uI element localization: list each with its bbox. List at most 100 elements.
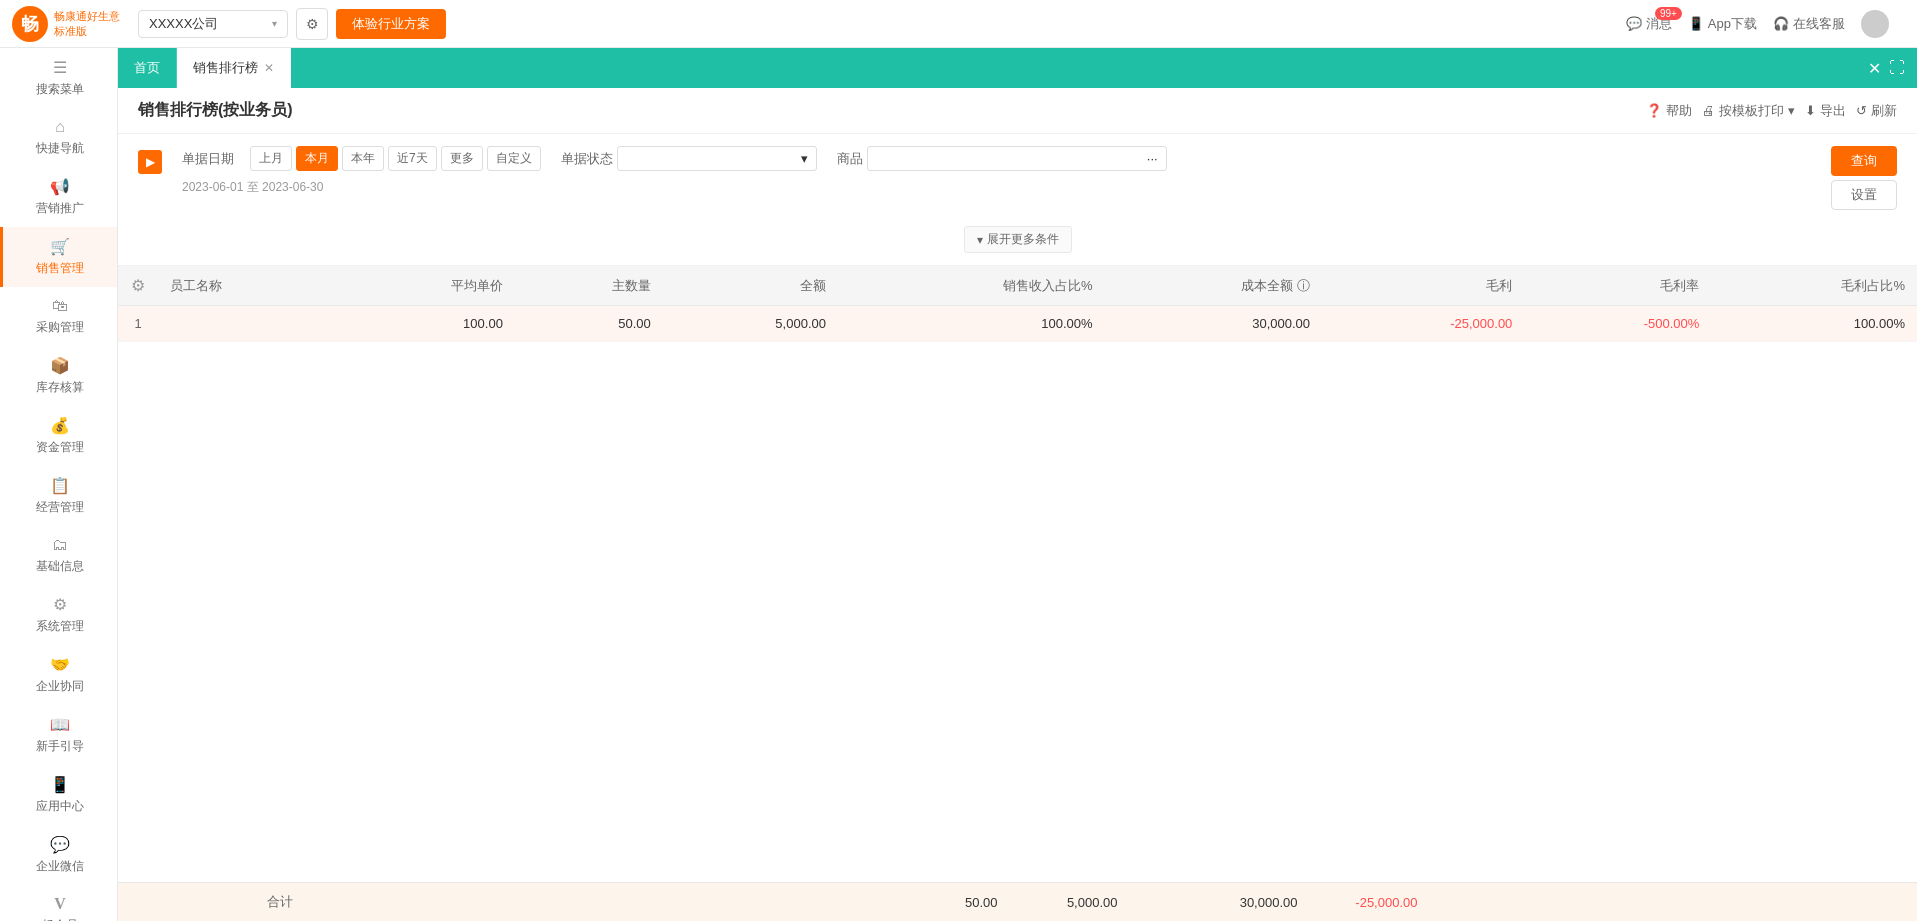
date-more-btn[interactable]: 更多 bbox=[441, 146, 483, 171]
query-button[interactable]: 查询 bbox=[1831, 146, 1897, 176]
print-chevron-icon: ▾ bbox=[1788, 103, 1795, 118]
sales-icon: 🛒 bbox=[50, 237, 70, 256]
guide-icon: 📖 bbox=[50, 715, 70, 734]
page-actions: ❓ 帮助 🖨 按模板打印 ▾ ⬇ 导出 ↺ 刷新 bbox=[1646, 102, 1897, 120]
sidebar-item-enterprise[interactable]: 🤝 企业协同 bbox=[0, 645, 117, 705]
footer-cost: 30,000.00 bbox=[1198, 895, 1298, 910]
home-icon: ⌂ bbox=[55, 118, 65, 136]
footer-gross: -25,000.00 bbox=[1318, 895, 1418, 910]
avatar[interactable] bbox=[1861, 10, 1889, 38]
goods-more-icon: ··· bbox=[1147, 151, 1158, 166]
logo-text: 畅康通好生意 标准版 bbox=[54, 9, 120, 38]
sidebar-item-wechat[interactable]: 💬 企业微信 bbox=[0, 825, 117, 885]
basic-info-icon: 🗂 bbox=[52, 536, 68, 554]
setting-button[interactable]: 设置 bbox=[1831, 180, 1897, 210]
top-bar: 畅 畅康通好生意 标准版 XXXXX公司 ▾ ⚙ 体验行业方案 💬 消息 99+… bbox=[0, 0, 1917, 48]
sidebar-item-purchase[interactable]: 🛍 采购管理 bbox=[0, 287, 117, 346]
col-qty: 主数量 bbox=[515, 266, 663, 306]
col-name: 员工名称 bbox=[158, 266, 336, 306]
date-prev-month-btn[interactable]: 上月 bbox=[250, 146, 292, 171]
system-icon: ⚙ bbox=[53, 595, 67, 614]
tab-close-window-btn[interactable]: ✕ bbox=[1868, 59, 1881, 78]
table-header-row: ⚙ 员工名称 平均单价 主数量 全额 销售收入占比% 成本全额 ⓘ 毛利 毛利率… bbox=[118, 266, 1917, 306]
message-icon: 💬 bbox=[1626, 16, 1642, 31]
date-custom-btn[interactable]: 自定义 bbox=[487, 146, 541, 171]
col-sales-pct: 销售收入占比% bbox=[838, 266, 1105, 306]
date-filter-row: 单据日期 上月 本月 本年 近7天 更多 自定义 bbox=[182, 146, 541, 171]
date-buttons: 上月 本月 本年 近7天 更多 自定义 bbox=[250, 146, 541, 171]
date-curr-year-btn[interactable]: 本年 bbox=[342, 146, 384, 171]
logo-area: 畅 畅康通好生意 标准版 bbox=[12, 6, 130, 42]
trial-button[interactable]: 体验行业方案 bbox=[336, 9, 446, 39]
goods-filter-group: 商品 ··· bbox=[837, 146, 1167, 171]
status-chevron-icon: ▾ bbox=[801, 151, 808, 166]
col-amount: 全额 bbox=[663, 266, 838, 306]
help-button[interactable]: ❓ 帮助 bbox=[1646, 102, 1692, 120]
tab-close-icon[interactable]: ✕ bbox=[264, 61, 274, 75]
footer-qty: 50.00 bbox=[918, 895, 998, 910]
goods-select[interactable]: ··· bbox=[867, 146, 1167, 171]
enterprise-icon: 🤝 bbox=[50, 655, 70, 674]
footer-label: 合计 bbox=[130, 893, 430, 911]
refresh-button[interactable]: ↺ 刷新 bbox=[1856, 102, 1897, 120]
date-range-display: 2023-06-01 至 2023-06-30 bbox=[182, 179, 541, 196]
col-cost: 成本全额 ⓘ bbox=[1105, 266, 1322, 306]
sidebar-item-search-order[interactable]: ☰ 搜索菜单 bbox=[0, 48, 117, 108]
apps-icon: 📱 bbox=[50, 775, 70, 794]
question-icon: ❓ bbox=[1646, 103, 1662, 118]
sidebar-item-apps[interactable]: 📱 应用中心 bbox=[0, 765, 117, 825]
marketing-icon: 📢 bbox=[50, 177, 70, 196]
sidebar: ☰ 搜索菜单 ⌂ 快捷导航 📢 营销推广 🛒 销售管理 🛍 采购管理 📦 库存核… bbox=[0, 48, 118, 921]
message-button[interactable]: 💬 消息 99+ bbox=[1626, 15, 1672, 33]
headset-icon: 🎧 bbox=[1773, 16, 1789, 31]
filter-actions: 查询 设置 bbox=[1831, 146, 1897, 210]
tab-home[interactable]: 首页 bbox=[118, 48, 177, 88]
tab-expand-btn[interactable]: ⛶ bbox=[1889, 59, 1905, 77]
company-selector[interactable]: XXXXX公司 ▾ bbox=[138, 10, 288, 38]
sidebar-item-guide[interactable]: 📖 新手引导 bbox=[0, 705, 117, 765]
expand-icon: ▾ bbox=[977, 233, 983, 247]
status-select[interactable]: ▾ bbox=[617, 146, 817, 171]
sidebar-item-system[interactable]: ⚙ 系统管理 bbox=[0, 585, 117, 645]
tab-window-actions: ✕ ⛶ bbox=[1856, 59, 1917, 78]
company-name: XXXXX公司 bbox=[149, 15, 268, 33]
settings-button[interactable]: ⚙ bbox=[296, 8, 328, 40]
col-settings[interactable]: ⚙ bbox=[118, 266, 158, 306]
tab-bar: 首页 销售排行榜 ✕ ✕ ⛶ bbox=[118, 48, 1917, 88]
online-service-button[interactable]: 🎧 在线客服 bbox=[1773, 15, 1845, 33]
page-header: 销售排行榜(按业务员) ❓ 帮助 🖨 按模板打印 ▾ ⬇ 导出 bbox=[118, 88, 1917, 134]
search-icon: ☰ bbox=[53, 58, 67, 77]
top-right-actions: 💬 消息 99+ 📱 App下载 🎧 在线客服 bbox=[1626, 10, 1905, 38]
member-icon: V bbox=[54, 895, 66, 913]
filter-bar: ▶ 单据日期 上月 本月 本年 近7天 更多 自定义 bbox=[118, 134, 1917, 266]
sidebar-item-quick-nav[interactable]: ⌂ 快捷导航 bbox=[0, 108, 117, 167]
date-7days-btn[interactable]: 近7天 bbox=[388, 146, 437, 171]
chevron-down-icon: ▾ bbox=[272, 18, 277, 29]
col-gross-rate: 毛利率 bbox=[1524, 266, 1711, 306]
sidebar-item-member[interactable]: V 畅会员 bbox=[0, 885, 117, 921]
expand-more-btn[interactable]: ▾ 展开更多条件 bbox=[964, 226, 1072, 253]
export-icon: ⬇ bbox=[1805, 103, 1816, 118]
logo-icon: 畅 bbox=[12, 6, 48, 42]
date-filter-group: 单据日期 上月 本月 本年 近7天 更多 自定义 2023-06-01 至 20… bbox=[182, 146, 541, 196]
filter-toggle-btn[interactable]: ▶ bbox=[138, 150, 162, 174]
message-badge: 99+ bbox=[1655, 7, 1682, 20]
sidebar-item-finance[interactable]: 💰 资金管理 bbox=[0, 406, 117, 466]
sidebar-item-basic-info[interactable]: 🗂 基础信息 bbox=[0, 526, 117, 585]
data-table: ⚙ 员工名称 平均单价 主数量 全额 销售收入占比% 成本全额 ⓘ 毛利 毛利率… bbox=[118, 266, 1917, 882]
template-print-button[interactable]: 🖨 按模板打印 ▾ bbox=[1702, 102, 1795, 120]
sidebar-item-sales[interactable]: 🛒 销售管理 bbox=[0, 227, 117, 287]
date-filter-label: 单据日期 bbox=[182, 150, 234, 168]
sidebar-item-operations[interactable]: 📋 经营管理 bbox=[0, 466, 117, 526]
phone-icon: 📱 bbox=[1688, 16, 1704, 31]
sidebar-item-marketing[interactable]: 📢 营销推广 bbox=[0, 167, 117, 227]
date-curr-month-btn[interactable]: 本月 bbox=[296, 146, 338, 171]
app-download-button[interactable]: 📱 App下载 bbox=[1688, 15, 1757, 33]
status-filter-label: 单据状态 bbox=[561, 150, 613, 168]
tab-sales-ranking[interactable]: 销售排行榜 ✕ bbox=[177, 48, 291, 88]
status-filter-group: 单据状态 ▾ bbox=[561, 146, 817, 171]
refresh-icon: ↺ bbox=[1856, 103, 1867, 118]
main-layout: ☰ 搜索菜单 ⌂ 快捷导航 📢 营销推广 🛒 销售管理 🛍 采购管理 📦 库存核… bbox=[0, 48, 1917, 921]
export-button[interactable]: ⬇ 导出 bbox=[1805, 102, 1846, 120]
sidebar-item-inventory[interactable]: 📦 库存核算 bbox=[0, 346, 117, 406]
